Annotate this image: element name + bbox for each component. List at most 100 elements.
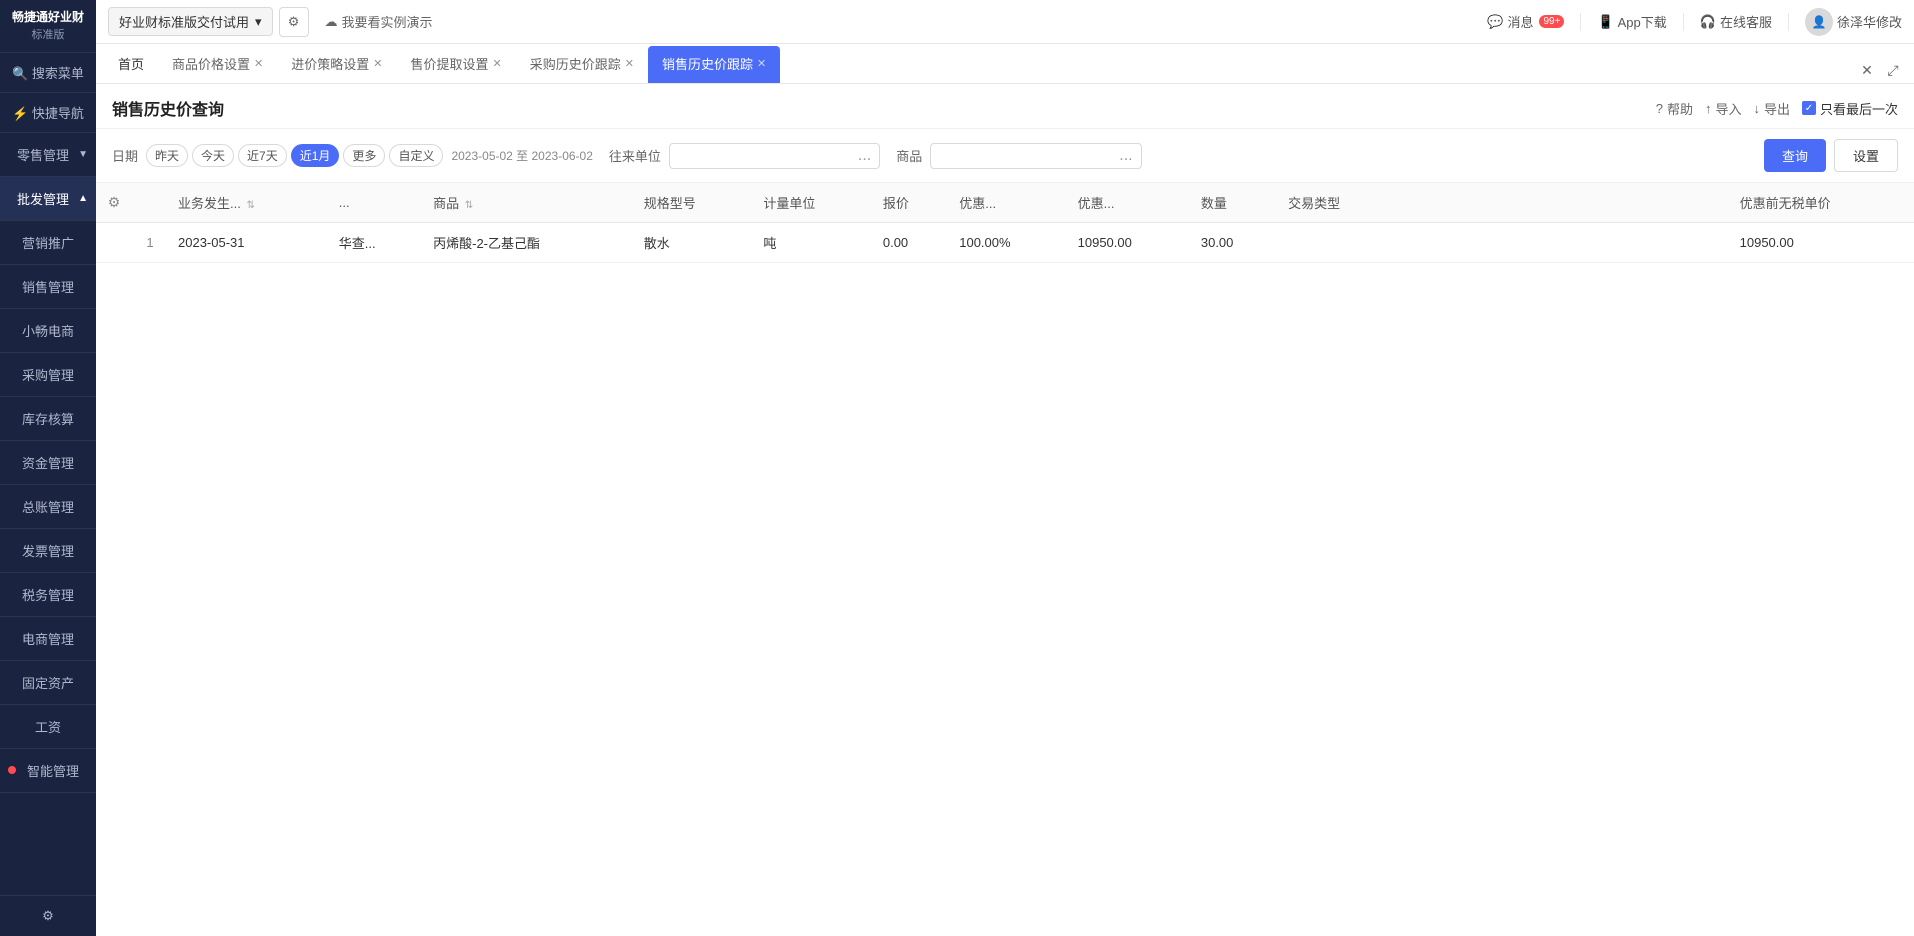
col-spec[interactable]: 规格型号: [634, 183, 754, 223]
sidebar-logo: 畅捷通好业财 标准版: [0, 0, 96, 53]
tab-label: 商品价格设置: [172, 54, 250, 73]
tab-home[interactable]: 首页: [104, 46, 158, 83]
col-gear: ⚙: [96, 183, 132, 223]
close-window-button[interactable]: ✕: [1854, 57, 1880, 83]
sidebar-item-invoice[interactable]: 发票管理: [0, 529, 96, 573]
col-price[interactable]: 报价: [873, 183, 949, 223]
date-btn-custom[interactable]: 自定义: [389, 144, 443, 167]
sidebar-item-purchase[interactable]: 采购管理: [0, 353, 96, 397]
sidebar-item-label: 批发管理: [8, 189, 78, 208]
export-label: 导出: [1764, 99, 1790, 118]
sidebar-item-label: 营销推广: [8, 233, 88, 252]
col-discount-amt[interactable]: 优惠...: [1068, 183, 1191, 223]
tab-close-icon[interactable]: ✕: [757, 57, 766, 70]
sidebar-item-marketing[interactable]: 营销推广: [0, 221, 96, 265]
sidebar: 畅捷通好业财 标准版 🔍 搜索菜单 ⚡ 快捷导航 零售管理 ▼ 批发管理 ▲ 营…: [0, 0, 96, 936]
online-service-button[interactable]: 🎧 在线客服: [1700, 12, 1772, 31]
product-more-icon[interactable]: ...: [1119, 147, 1132, 165]
date-btn-last1month[interactable]: 近1月: [291, 144, 340, 167]
sidebar-item-retail[interactable]: 零售管理 ▼: [0, 133, 96, 177]
date-btn-today[interactable]: 今天: [192, 144, 234, 167]
date-btn-more[interactable]: 更多: [343, 144, 385, 167]
sidebar-item-label: 发票管理: [8, 541, 88, 560]
quicknav-icon: ⚡: [12, 106, 28, 121]
page-header: 销售历史价查询 ? 帮助 ↑ 导入 ↓ 导出 ✓ 只看最后一次: [96, 84, 1914, 129]
tab-close-icon[interactable]: ✕: [625, 57, 634, 70]
only-last-checkbox[interactable]: ✓ 只看最后一次: [1802, 99, 1898, 118]
sidebar-item-smart[interactable]: 智能管理: [0, 749, 96, 793]
date-btn-last7days[interactable]: 近7天: [238, 144, 287, 167]
workspace-selector[interactable]: 好业财标准版交付试用 ▾: [108, 7, 273, 36]
sidebar-item-inventory[interactable]: 库存核算: [0, 397, 96, 441]
table-header: ⚙ 业务发生... ⇅ ... 商品 ⇅ 规格型号 计量单位 报价 优惠... …: [96, 183, 1914, 223]
export-link[interactable]: ↓ 导出: [1753, 99, 1790, 118]
sidebar-item-label: 工资: [8, 717, 88, 736]
col-discount-pct[interactable]: 优惠...: [949, 183, 1067, 223]
page-actions: ? 帮助 ↑ 导入 ↓ 导出 ✓ 只看最后一次: [1656, 99, 1898, 118]
row-unit: 吨: [753, 223, 873, 263]
query-button[interactable]: 查询: [1764, 139, 1826, 172]
sidebar-item-sales[interactable]: 销售管理: [0, 265, 96, 309]
sidebar-item-ecommerce-small[interactable]: 小畅电商: [0, 309, 96, 353]
tab-purchase-history[interactable]: 采购历史价跟踪 ✕: [516, 46, 648, 83]
sidebar-quicknav[interactable]: ⚡ 快捷导航: [0, 93, 96, 133]
col-spacer: [1398, 183, 1730, 223]
messages-button[interactable]: 💬 消息 99+: [1487, 12, 1564, 31]
messages-label: 消息: [1507, 12, 1533, 31]
source-unit-input-wrap[interactable]: ...: [669, 143, 880, 169]
tab-product-price[interactable]: 商品价格设置 ✕: [158, 46, 277, 83]
sidebar-settings[interactable]: ⚙: [0, 895, 96, 936]
product-input[interactable]: [939, 148, 1115, 163]
col-num: [132, 183, 168, 223]
gear-icon[interactable]: ⚙: [108, 194, 121, 210]
search-label: 搜索菜单: [32, 66, 84, 81]
row-qty: 30.00: [1191, 223, 1278, 263]
product-label: 商品: [896, 146, 922, 165]
app-download-button[interactable]: 📱 App下载: [1597, 12, 1666, 31]
user-label: 徐泽华修改: [1837, 12, 1902, 31]
chevron-up-icon: ▲: [78, 193, 88, 204]
col-qty[interactable]: 数量: [1191, 183, 1278, 223]
sidebar-item-ecommerce[interactable]: 电商管理: [0, 617, 96, 661]
product-filter-group: 商品 ...: [896, 143, 1141, 169]
sidebar-search[interactable]: 🔍 搜索菜单: [0, 53, 96, 93]
tab-purchase-strategy[interactable]: 进价策略设置 ✕: [277, 46, 396, 83]
source-unit-more-icon[interactable]: ...: [858, 147, 871, 165]
help-link[interactable]: ? 帮助: [1656, 99, 1693, 118]
col-pretax-price[interactable]: 优惠前无税单价: [1730, 183, 1914, 223]
mobile-icon: 📱: [1597, 14, 1613, 30]
sidebar-item-wholesale[interactable]: 批发管理 ▲: [0, 177, 96, 221]
import-link[interactable]: ↑ 导入: [1705, 99, 1742, 118]
sidebar-item-tax[interactable]: 税务管理: [0, 573, 96, 617]
sidebar-item-payroll[interactable]: 工资: [0, 705, 96, 749]
tab-close-icon[interactable]: ✕: [373, 57, 382, 70]
sidebar-item-general-ledger[interactable]: 总账管理: [0, 485, 96, 529]
row-extra: 华查...: [329, 223, 423, 263]
settings-button[interactable]: 设置: [1834, 139, 1898, 172]
import-icon: ↑: [1705, 101, 1712, 116]
col-biz-date[interactable]: 业务发生... ⇅: [168, 183, 329, 223]
sidebar-item-label: 资金管理: [8, 453, 88, 472]
demo-link[interactable]: ☁ 我要看实例演示: [325, 12, 433, 31]
checkbox-checked-icon: ✓: [1802, 101, 1816, 115]
product-input-wrap[interactable]: ...: [930, 143, 1141, 169]
tab-close-icon[interactable]: ✕: [254, 57, 263, 70]
col-product[interactable]: 商品 ⇅: [423, 183, 634, 223]
sidebar-item-label: 固定资产: [8, 673, 88, 692]
import-label: 导入: [1715, 99, 1741, 118]
col-trade-type[interactable]: 交易类型: [1278, 183, 1398, 223]
user-menu[interactable]: 👤 徐泽华修改: [1805, 8, 1902, 36]
date-btn-yesterday[interactable]: 昨天: [146, 144, 188, 167]
tab-label: 售价提取设置: [410, 54, 488, 73]
sidebar-item-fixed-assets[interactable]: 固定资产: [0, 661, 96, 705]
source-unit-input[interactable]: [678, 148, 854, 163]
maximize-window-button[interactable]: ⤢: [1880, 57, 1906, 83]
topbar-settings-button[interactable]: ⚙: [279, 7, 309, 37]
tab-close-icon[interactable]: ✕: [493, 57, 502, 70]
tab-sale-extract[interactable]: 售价提取设置 ✕: [396, 46, 515, 83]
sidebar-item-label: 销售管理: [8, 277, 88, 296]
col-unit[interactable]: 计量单位: [753, 183, 873, 223]
col-more[interactable]: ...: [329, 183, 423, 223]
sidebar-item-finance[interactable]: 资金管理: [0, 441, 96, 485]
tab-sales-history[interactable]: 销售历史价跟踪 ✕: [648, 46, 780, 83]
